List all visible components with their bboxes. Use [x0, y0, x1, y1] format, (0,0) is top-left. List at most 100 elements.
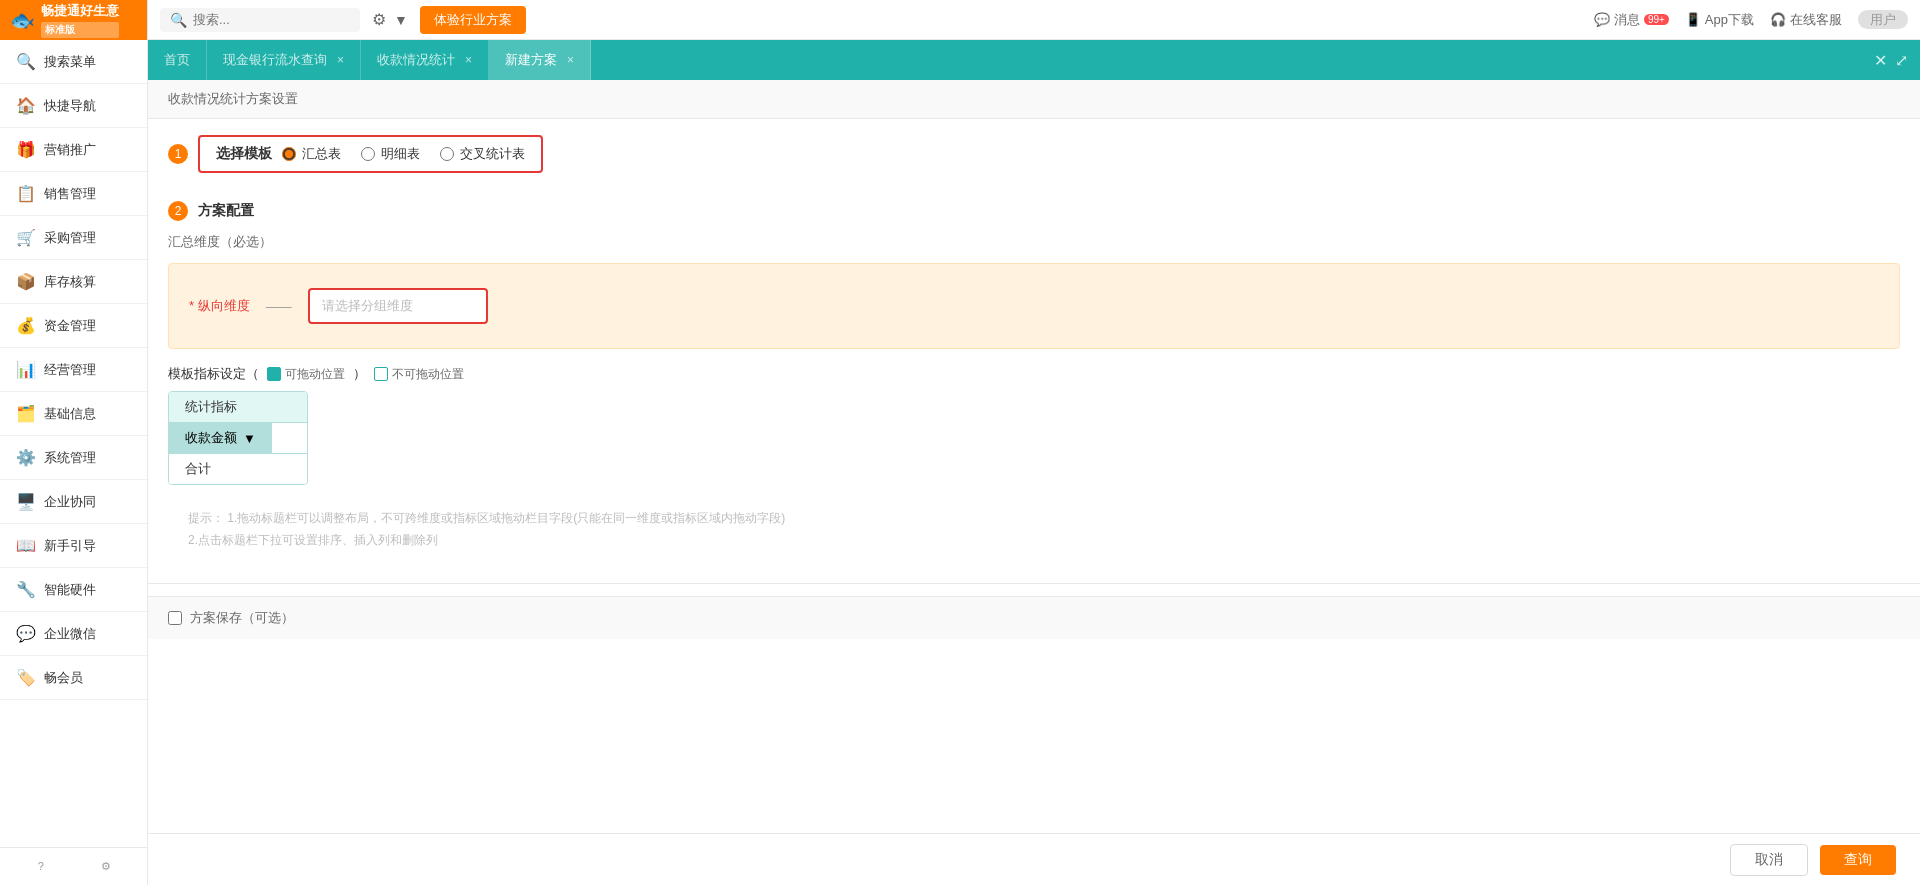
- radio-input-detail[interactable]: [361, 147, 375, 161]
- download-icon: 📱: [1685, 12, 1701, 27]
- app-download-btn[interactable]: 📱 App下载: [1685, 11, 1754, 29]
- hints-section: 提示： 1.拖动标题栏可以调整布局，不可跨维度或指标区域拖动栏目字段(只能在同一…: [168, 500, 1900, 567]
- tab-首页[interactable]: 首页: [148, 40, 207, 80]
- sidebar-item-经营管理[interactable]: 📊经营管理: [0, 348, 147, 392]
- service-icon: 🎧: [1770, 12, 1786, 27]
- sidebar-icon: 🖥️: [16, 492, 36, 511]
- sidebar-item-企业协同[interactable]: 🖥️ 企业协同: [0, 480, 147, 524]
- tab-收款情况统计[interactable]: 收款情况统计×: [361, 40, 489, 80]
- download-label: App下载: [1705, 11, 1754, 29]
- message-btn[interactable]: 💬 消息 99+: [1594, 11, 1669, 29]
- toggle-unchecked-icon: [374, 367, 388, 381]
- radio-option-cross[interactable]: 交叉统计表: [440, 145, 525, 163]
- toggle-draggable: 可拖动位置: [267, 366, 345, 383]
- sidebar-item-label: 采购管理: [44, 229, 96, 247]
- tab-close-icon[interactable]: ×: [465, 53, 472, 67]
- sidebar-bottom: ? ⚙: [0, 847, 147, 885]
- dimension-select[interactable]: 请选择分组维度: [308, 288, 488, 324]
- toggle-draggable-label: 可拖动位置: [285, 366, 345, 383]
- header-right: 💬 消息 99+ 📱 App下载 🎧 在线客服 用户: [1594, 11, 1908, 29]
- sidebar-item-新手引导[interactable]: 📖新手引导: [0, 524, 147, 568]
- tab-label: 新建方案: [505, 51, 557, 69]
- tab-现金银行流水查询[interactable]: 现金银行流水查询 ×: [207, 40, 361, 80]
- sidebar-item-label: 畅会员: [44, 669, 83, 687]
- query-button[interactable]: 查询: [1820, 845, 1896, 875]
- sidebar-item-销售管理[interactable]: 📋 销售管理: [0, 172, 147, 216]
- header: 🔍 ⚙ ▼ 体验行业方案 💬 消息 99+ 📱 App下载 🎧 在线客服 用户: [148, 0, 1920, 40]
- metrics-table-header: 统计指标: [169, 392, 307, 423]
- sidebar-item-label: 基础信息: [44, 405, 96, 423]
- step2-section: 2 方案配置 汇总维度（必选） * 纵向维度 —— 请选择分组维度 模板指标设定…: [148, 201, 1920, 583]
- tab-close-icon[interactable]: ×: [567, 53, 574, 67]
- step1-section: 1 选择模板 汇总表明细表交叉统计表: [148, 119, 1920, 201]
- sidebar-item-基础信息[interactable]: 🗂️ 基础信息: [0, 392, 147, 436]
- step2-header: 2 方案配置: [168, 201, 1900, 221]
- sidebar-item-label: 企业协同: [44, 493, 96, 511]
- message-label: 消息: [1614, 11, 1640, 29]
- search-input[interactable]: [193, 12, 343, 27]
- sidebar-item-label: 销售管理: [44, 185, 96, 203]
- metrics-header-label: 统计指标: [185, 398, 237, 416]
- sidebar-icon: 🏷️: [16, 668, 36, 687]
- sidebar-icon: 🗂️: [16, 404, 36, 423]
- template-selector-box: 选择模板 汇总表 明细表 交叉统计表: [198, 135, 543, 173]
- user-avatar[interactable]: 用户: [1858, 11, 1908, 29]
- sidebar-item-营销推广[interactable]: 🎁营销推广: [0, 128, 147, 172]
- dropdown-arrow-icon[interactable]: ▼: [394, 12, 408, 28]
- sidebar-item-库存核算[interactable]: 📦库存核算: [0, 260, 147, 304]
- sidebar-item-资金管理[interactable]: 💰资金管理: [0, 304, 147, 348]
- maximize-icon[interactable]: ⤢: [1895, 51, 1908, 70]
- save-checkbox[interactable]: [168, 611, 182, 625]
- step1-label: 选择模板: [216, 145, 272, 163]
- trial-button[interactable]: 体验行业方案: [420, 6, 526, 34]
- radio-option-detail[interactable]: 明细表: [361, 145, 420, 163]
- metrics-label-row: 模板指标设定（ 可拖动位置 ） 不可拖动位置: [168, 365, 1900, 383]
- arrow-icon: ——: [266, 299, 292, 314]
- dimension-placeholder: 请选择分组维度: [322, 297, 413, 315]
- sidebar-item-label: 企业微信: [44, 625, 96, 643]
- tab-label: 首页: [164, 51, 190, 69]
- tabbar: 首页现金银行流水查询×收款情况统计×新建方案× ✕ ⤢: [148, 40, 1920, 80]
- sidebar-icon: ⚙️: [16, 448, 36, 467]
- tab-label: 现金银行流水查询: [223, 51, 327, 69]
- sidebar-item-企业微信[interactable]: 💬企业微信: [0, 612, 147, 656]
- footer: 取消 查询: [148, 833, 1920, 885]
- sidebar-item-label: 搜索菜单: [44, 53, 96, 71]
- sidebar-item-采购管理[interactable]: 🛒采购管理: [0, 216, 147, 260]
- cancel-button[interactable]: 取消: [1730, 844, 1808, 876]
- tab-新建方案[interactable]: 新建方案 ×: [489, 40, 591, 80]
- sidebar-item-label: 营销推广: [44, 141, 96, 159]
- sidebar-item-快捷导航[interactable]: 🏠快捷导航: [0, 84, 147, 128]
- sidebar-item-label: 新手引导: [44, 537, 96, 555]
- sidebar-help[interactable]: ?: [12, 860, 70, 873]
- sidebar-item-系统管理[interactable]: ⚙️系统管理: [0, 436, 147, 480]
- toggle-not-draggable-label: 不可拖动位置: [392, 366, 464, 383]
- metrics-col-header[interactable]: 收款金额 ▼: [169, 423, 272, 453]
- dimension-section-title: 汇总维度（必选）: [168, 233, 1900, 251]
- logo-text: 畅捷通好生意: [41, 2, 119, 20]
- logo-tag: 标准版: [41, 22, 119, 38]
- sidebar-item-畅会员[interactable]: 🏷️ 畅会员: [0, 656, 147, 700]
- sidebar-settings[interactable]: ⚙: [78, 860, 136, 873]
- metrics-total-cell: 合计: [169, 454, 307, 484]
- save-section: 方案保存（可选）: [148, 596, 1920, 639]
- sidebar-item-智能硬件[interactable]: 🔧智能硬件: [0, 568, 147, 612]
- sidebar: 🐟 畅捷通好生意 标准版 🔍搜索菜单🏠快捷导航🎁营销推广📋销售管理🛒采购管理📦库…: [0, 0, 148, 885]
- sidebar-item-搜索菜单[interactable]: 🔍搜索菜单: [0, 40, 147, 84]
- metrics-table: 统计指标 收款金额 ▼ 合计: [168, 391, 308, 485]
- service-btn[interactable]: 🎧 在线客服: [1770, 11, 1842, 29]
- close-window-icon[interactable]: ✕: [1874, 51, 1887, 70]
- step2-number: 2: [168, 201, 188, 221]
- gear-icon[interactable]: ⚙: [372, 10, 386, 29]
- radio-option-summary[interactable]: 汇总表: [282, 145, 341, 163]
- sidebar-item-label: 资金管理: [44, 317, 96, 335]
- tab-close-icon[interactable]: ×: [337, 53, 344, 67]
- dropdown-icon: ▼: [243, 431, 256, 446]
- step2-label: 方案配置: [198, 202, 254, 220]
- radio-input-cross[interactable]: [440, 147, 454, 161]
- sidebar-icon: 🔧: [16, 580, 36, 599]
- sidebar-icon: 📋: [16, 184, 36, 203]
- radio-input-summary[interactable]: [282, 147, 296, 161]
- toggle-checked-icon: [267, 367, 281, 381]
- radio-label-summary: 汇总表: [302, 145, 341, 163]
